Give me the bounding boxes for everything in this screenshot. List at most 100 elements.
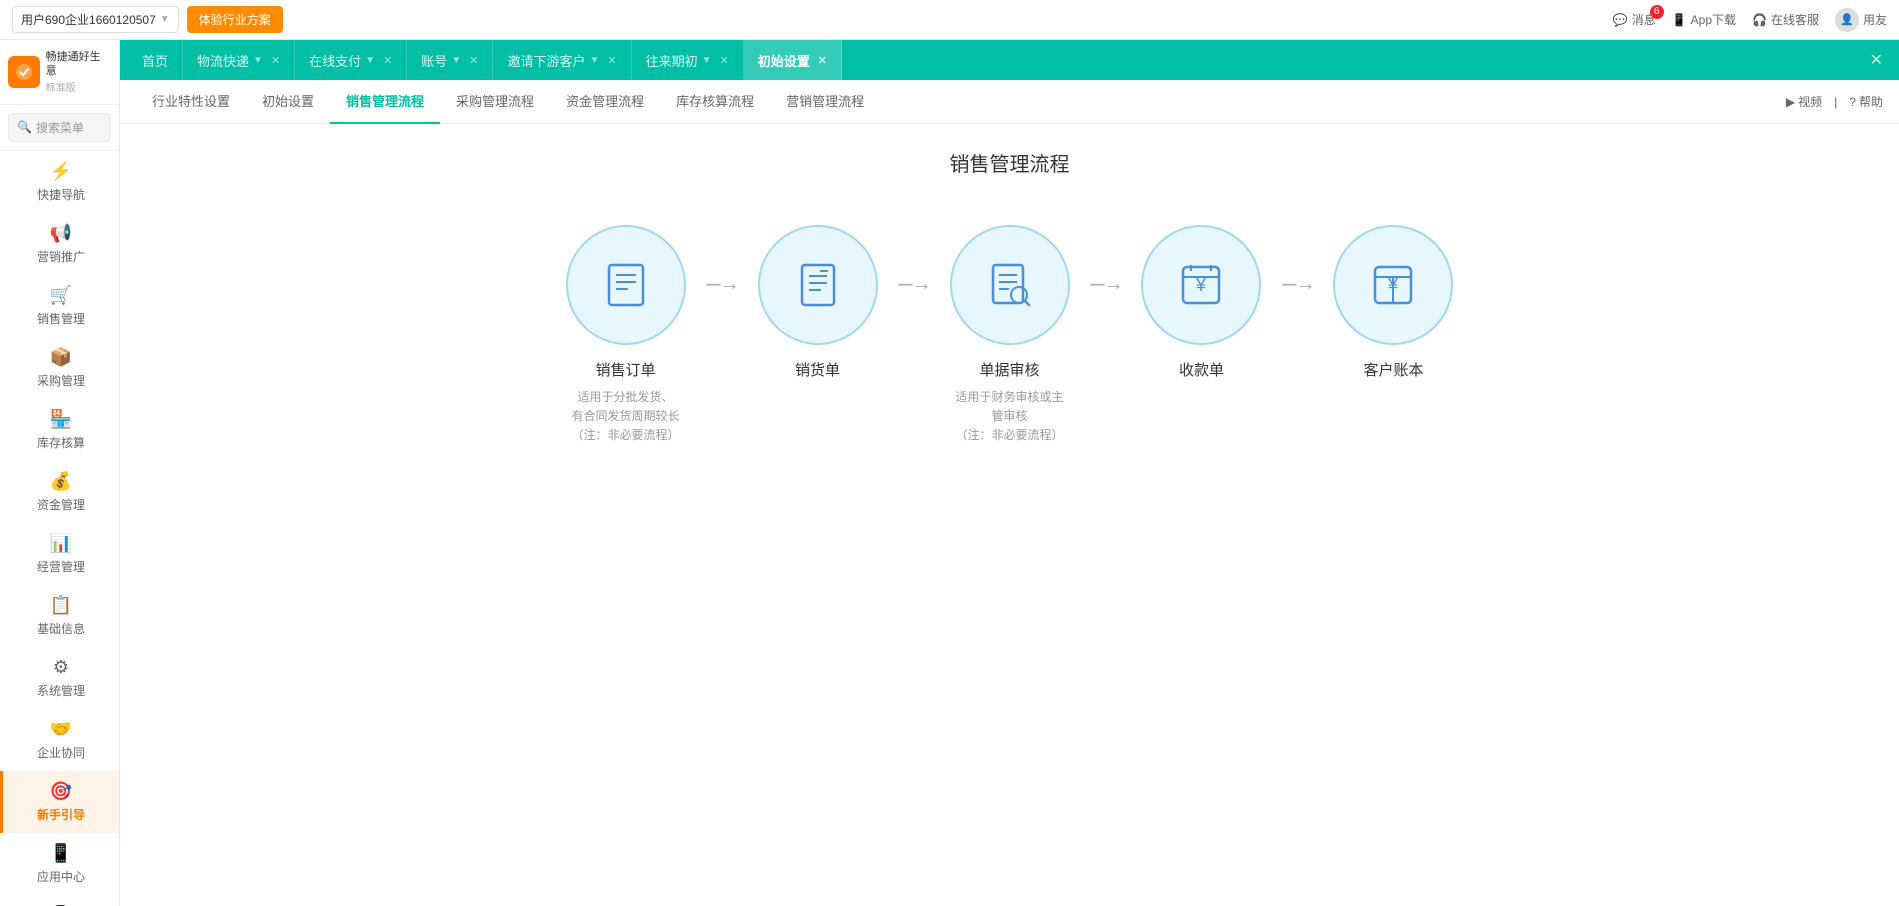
main-layout: 畅捷通好生意 标准版 🔍 搜索菜单 ⚡ 快捷导航 📢 营销推广 🛒 销售管理 📦… — [0, 40, 1899, 906]
video-help-button[interactable]: ▶ 视频 — [1786, 93, 1822, 110]
flow-circle-ledger[interactable]: ¥ — [1333, 225, 1453, 345]
sidebar-item-system-mgmt[interactable]: ⚙ 系统管理 — [0, 647, 119, 709]
flow-step-delivery: 销货单 — [738, 225, 898, 388]
flow-circle-delivery[interactable] — [758, 225, 878, 345]
message-button[interactable]: 💬 消息 6 — [1613, 11, 1656, 28]
tab-payment-label: 在线支付 — [309, 51, 361, 70]
sub-tab-inventory-flow-label: 库存核算流程 — [676, 91, 754, 110]
message-icon: 💬 — [1613, 13, 1628, 27]
init-settings-close-icon[interactable]: ✕ — [818, 54, 827, 67]
top-bar: 用户690企业1660120507 ▼ 体验行业方案 💬 消息 6 📱 App下… — [0, 0, 1899, 40]
sub-tab-marketing-flow[interactable]: 营销管理流程 — [770, 80, 880, 124]
sub-tab-industry-label: 行业特性设置 — [152, 91, 230, 110]
flow-step-ledger: ¥ 客户账本 — [1313, 225, 1473, 388]
sub-tab-industry[interactable]: 行业特性设置 — [136, 80, 246, 124]
sidebar-item-enterprise-wechat[interactable]: 💬 企业微信 — [0, 895, 119, 906]
sub-tab-sales-flow[interactable]: 销售管理流程 — [330, 80, 440, 124]
tab-invite-label: 邀请下游客户 — [507, 51, 585, 70]
flow-step-sales-order: 销售订单 适用于分批发货、有合同发货周期较长（注：非必要流程） — [546, 225, 706, 446]
flow-circle-review[interactable] — [950, 225, 1070, 345]
sub-tab-inventory-flow[interactable]: 库存核算流程 — [660, 80, 770, 124]
sidebar-item-operations-mgmt[interactable]: 📊 经营管理 — [0, 523, 119, 585]
period-init-close-icon[interactable]: ✕ — [720, 54, 729, 67]
tab-invite[interactable]: 邀请下游客户 ▼ ✕ — [493, 40, 631, 80]
sidebar-label-base-info: 基础信息 — [37, 620, 85, 637]
flow-arrow-3: ---→ — [1090, 225, 1122, 296]
sub-tab-purchase-flow-label: 采购管理流程 — [456, 91, 534, 110]
tab-init-settings[interactable]: 初始设置 ✕ — [744, 40, 842, 80]
logo-icon — [8, 56, 40, 88]
payment-arrow-icon: ▼ — [365, 55, 375, 66]
tab-logistics[interactable]: 物流快递 ▼ ✕ — [183, 40, 295, 80]
username-label: 用友 — [1863, 11, 1887, 28]
sidebar-label-enterprise-collab: 企业协同 — [37, 744, 85, 761]
account-close-icon[interactable]: ✕ — [469, 54, 478, 67]
page-title: 销售管理流程 — [144, 148, 1875, 177]
tab-account-label: 账号 — [421, 51, 447, 70]
flow-circle-receipt[interactable]: ¥ — [1141, 225, 1261, 345]
close-all-tabs-button[interactable]: ✕ — [1862, 46, 1891, 74]
nav-tabs: 首页 物流快递 ▼ ✕ 在线支付 ▼ ✕ 账号 ▼ ✕ 邀请下游客户 ▼ ✕ — [120, 40, 1899, 80]
new-guide-icon: 🎯 — [50, 781, 72, 802]
sub-tab-marketing-flow-label: 营销管理流程 — [786, 91, 864, 110]
operations-mgmt-icon: 📊 — [50, 533, 72, 554]
tab-period-init[interactable]: 往来期初 ▼ ✕ — [632, 40, 744, 80]
sub-tab-init[interactable]: 初始设置 — [246, 80, 330, 124]
tab-home[interactable]: 首页 — [128, 40, 183, 80]
avatar: 👤 — [1835, 8, 1859, 32]
sub-tab-capital-flow[interactable]: 资金管理流程 — [550, 80, 660, 124]
period-init-arrow-icon: ▼ — [702, 55, 712, 66]
logistics-arrow-icon: ▼ — [253, 55, 263, 66]
sub-tab-right-actions: ▶ 视频 | ? 帮助 — [1786, 93, 1883, 110]
sidebar-item-capital-mgmt[interactable]: 💰 资金管理 — [0, 461, 119, 523]
sub-tab-purchase-flow[interactable]: 采购管理流程 — [440, 80, 550, 124]
online-service-button[interactable]: 🎧 在线客服 — [1752, 11, 1819, 28]
flow-desc-sales-order: 适用于分批发货、有合同发货周期较长（注：非必要流程） — [572, 388, 680, 446]
help-label: 帮助 — [1859, 93, 1883, 110]
sidebar-label-operations-mgmt: 经营管理 — [37, 558, 85, 575]
headset-icon: 🎧 — [1752, 13, 1767, 27]
sidebar-item-marketing-promo[interactable]: 📢 营销推广 — [0, 213, 119, 275]
sidebar-item-enterprise-collab[interactable]: 🤝 企业协同 — [0, 709, 119, 771]
tab-payment[interactable]: 在线支付 ▼ ✕ — [295, 40, 407, 80]
sidebar-item-quick-nav[interactable]: ⚡ 快捷导航 — [0, 151, 119, 213]
sidebar-item-new-guide[interactable]: 🎯 新手引导 — [0, 771, 119, 833]
flow-circle-sales-order[interactable] — [566, 225, 686, 345]
app-icon: 📱 — [1672, 13, 1687, 27]
search-icon: 🔍 — [17, 120, 32, 134]
system-mgmt-icon: ⚙ — [53, 657, 69, 678]
help-button[interactable]: ? 帮助 — [1849, 93, 1883, 110]
purchase-mgmt-icon: 📦 — [50, 347, 72, 368]
sidebar-search-button[interactable]: 🔍 搜索菜单 — [8, 113, 111, 142]
sidebar-item-sales-mgmt[interactable]: 🛒 销售管理 — [0, 275, 119, 337]
payment-close-icon[interactable]: ✕ — [383, 54, 392, 67]
tab-period-init-label: 往来期初 — [646, 51, 698, 70]
app-download-button[interactable]: 📱 App下载 — [1672, 11, 1736, 28]
base-info-icon: 📋 — [50, 595, 72, 616]
flow-diagram: 销售订单 适用于分批发货、有合同发货周期较长（注：非必要流程） ---→ — [144, 225, 1875, 446]
flow-label-review: 单据审核 — [979, 359, 1039, 380]
sidebar-label-purchase-mgmt: 采购管理 — [37, 372, 85, 389]
sidebar-item-base-info[interactable]: 📋 基础信息 — [0, 585, 119, 647]
user-avatar-button[interactable]: 👤 用友 — [1835, 8, 1887, 32]
sidebar-label-system-mgmt: 系统管理 — [37, 682, 85, 699]
quick-nav-icon: ⚡ — [50, 161, 72, 182]
invite-close-icon[interactable]: ✕ — [607, 54, 616, 67]
logo-line2: 标准版 — [46, 79, 111, 94]
video-icon: ▶ — [1786, 95, 1795, 109]
sidebar-label-quick-nav: 快捷导航 — [37, 186, 85, 203]
online-service-label: 在线客服 — [1771, 11, 1819, 28]
tab-account[interactable]: 账号 ▼ ✕ — [407, 40, 493, 80]
sidebar-label-inventory: 库存核算 — [37, 434, 85, 451]
divider: | — [1834, 95, 1837, 109]
trial-button[interactable]: 体验行业方案 — [187, 6, 283, 33]
logistics-close-icon[interactable]: ✕ — [271, 54, 280, 67]
sidebar-logo: 畅捷通好生意 标准版 — [0, 40, 119, 105]
flow-desc-review: 适用于财务审核或主管审核（注：非必要流程） — [955, 388, 1063, 446]
sidebar-item-inventory[interactable]: 🏪 库存核算 — [0, 399, 119, 461]
flow-arrow-4: ---→ — [1281, 225, 1313, 296]
sidebar-label-new-guide: 新手引导 — [37, 806, 85, 823]
sidebar-item-purchase-mgmt[interactable]: 📦 采购管理 — [0, 337, 119, 399]
user-selector[interactable]: 用户690企业1660120507 ▼ — [12, 6, 179, 33]
sidebar-item-app-center[interactable]: 📱 应用中心 — [0, 833, 119, 895]
